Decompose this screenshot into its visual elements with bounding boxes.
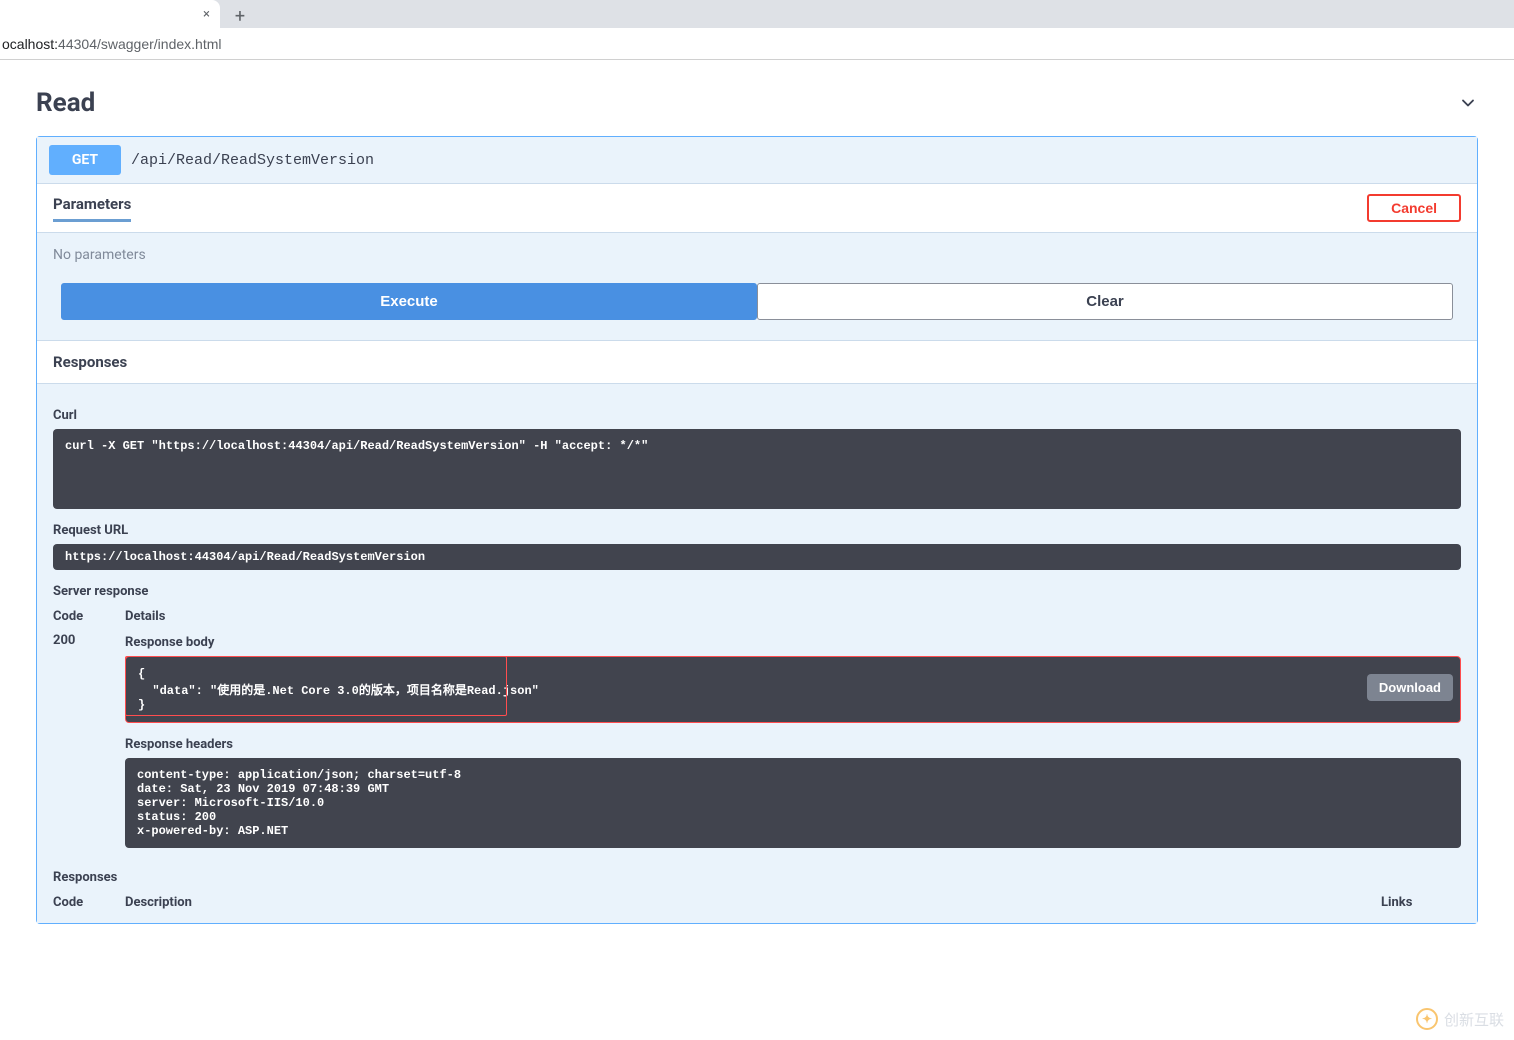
responses-schema-header: Responses: [53, 870, 1461, 885]
parameters-title: Parameters: [53, 195, 131, 222]
server-response-label: Server response: [53, 584, 1461, 599]
watermark-icon: ✦: [1416, 1008, 1438, 1030]
response-body-wrap: { "data": "使用的是.Net Core 3.0的版本，项目名称是Rea…: [125, 656, 1461, 723]
server-response-code: 200: [53, 633, 125, 648]
opblock-get: GET /api/Read/ReadSystemVersion Paramete…: [36, 136, 1478, 924]
responses-header: Responses: [37, 340, 1477, 383]
request-url-label: Request URL: [53, 523, 1461, 538]
clear-button[interactable]: Clear: [757, 283, 1453, 320]
server-response-table-head: Code Details: [53, 605, 1461, 629]
schema-code-header: Code: [53, 895, 125, 910]
operation-path: /api/Read/ReadSystemVersion: [131, 152, 374, 169]
details-column-header: Details: [125, 609, 1461, 624]
tag-name: Read: [36, 88, 95, 118]
responses-area: Curl curl -X GET "https://localhost:4430…: [37, 383, 1477, 923]
response-headers-codebox[interactable]: content-type: application/json; charset=…: [125, 758, 1461, 848]
omnibox-text: ocalhost:44304/swagger/index.html: [2, 36, 221, 52]
chevron-down-icon[interactable]: [1458, 93, 1478, 113]
response-body-codebox[interactable]: { "data": "使用的是.Net Core 3.0的版本，项目名称是Rea…: [125, 656, 1461, 723]
execute-button[interactable]: Execute: [61, 283, 757, 320]
tag-header[interactable]: Read: [36, 88, 1478, 118]
response-body-label: Response body: [125, 635, 1461, 650]
schema-links-header: Links: [1381, 895, 1461, 910]
opblock-summary[interactable]: GET /api/Read/ReadSystemVersion: [37, 137, 1477, 183]
omnibox-host: ocalhost:: [2, 36, 58, 52]
responses-schema-table-head: Code Description Links: [53, 891, 1461, 915]
new-tab-button[interactable]: +: [226, 4, 254, 28]
request-url-codebox[interactable]: https://localhost:44304/api/Read/ReadSys…: [53, 544, 1461, 570]
cancel-button[interactable]: Cancel: [1367, 194, 1461, 222]
curl-label: Curl: [53, 408, 1461, 423]
omnibox-path: 44304/swagger/index.html: [58, 36, 221, 52]
no-parameters-text: No parameters: [53, 247, 146, 263]
response-headers-label: Response headers: [125, 737, 1461, 752]
browser-tab[interactable]: ×: [0, 0, 220, 28]
code-column-header: Code: [53, 609, 125, 624]
parameters-header: Parameters Cancel: [37, 183, 1477, 233]
schema-description-header: Description: [125, 895, 1381, 910]
parameters-body: No parameters: [37, 233, 1477, 283]
curl-codebox[interactable]: curl -X GET "https://localhost:44304/api…: [53, 429, 1461, 509]
page-content: Read GET /api/Read/ReadSystemVersion Par…: [0, 60, 1514, 980]
watermark: ✦ 创新互联: [1416, 1008, 1504, 1030]
execute-row: Execute Clear: [37, 283, 1477, 340]
close-icon[interactable]: ×: [203, 7, 210, 22]
address-bar[interactable]: ocalhost:44304/swagger/index.html: [0, 28, 1514, 60]
method-badge: GET: [49, 145, 121, 175]
download-button[interactable]: Download: [1367, 674, 1453, 701]
browser-tabstrip: × +: [0, 0, 1514, 28]
server-response-row: 200 Response body { "data": "使用的是.Net Co…: [53, 629, 1461, 866]
watermark-text: 创新互联: [1444, 1009, 1504, 1030]
